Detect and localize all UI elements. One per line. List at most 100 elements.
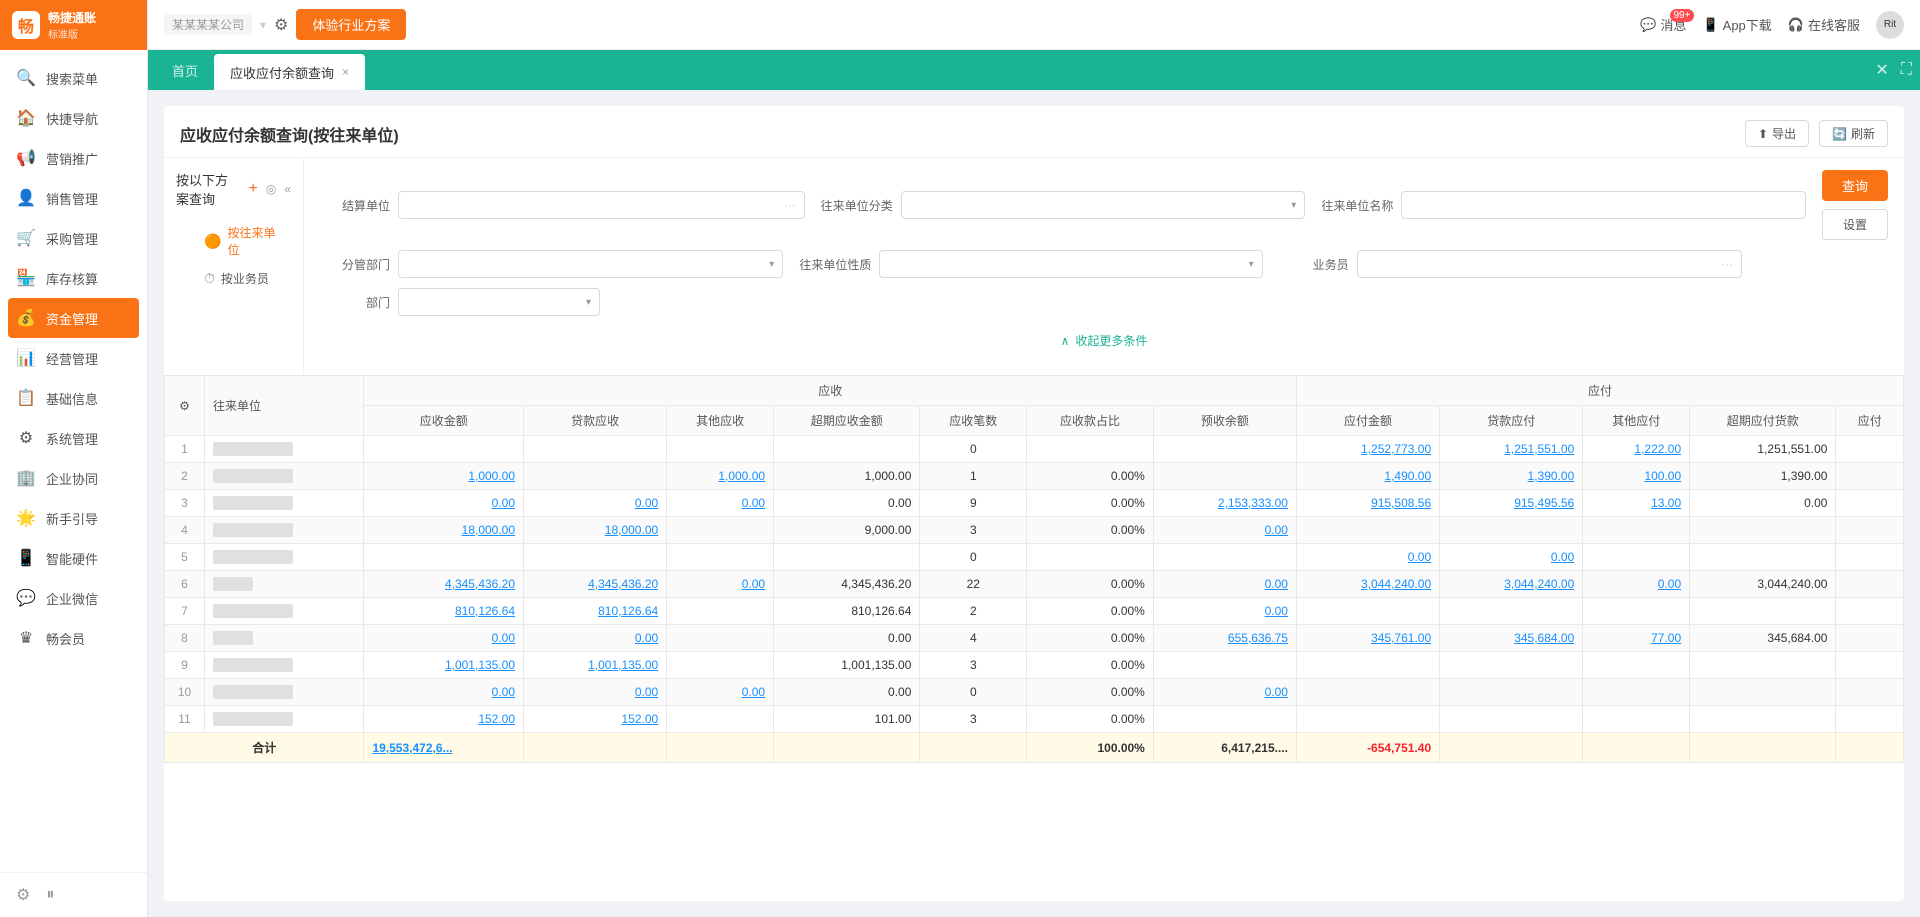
col-ar-loan: 贷款应收 (524, 406, 667, 436)
quick-nav-icon: 🏠 (16, 108, 36, 128)
sidebar-item-guide[interactable]: 🌟新手引导 (0, 498, 147, 538)
filter-more-button[interactable]: ∧ 收起更多条件 (320, 326, 1888, 355)
tab-expand-icon[interactable]: ⛶ (1901, 61, 1912, 79)
filter-scheme-by-salesman[interactable]: ⏱ 按业务员 (196, 266, 291, 291)
footer-ar-total[interactable]: 19,553,472,6... (364, 733, 524, 763)
filter-add-button[interactable]: + (248, 180, 257, 198)
filter-settings-icon[interactable]: ◎ (266, 182, 276, 196)
header-gear-icon[interactable]: ⚙ (274, 15, 288, 35)
row-ap-other (1583, 652, 1690, 679)
dept-mgr-input[interactable]: ▾ (398, 250, 783, 278)
sidebar-item-wechat[interactable]: 💬企业微信 (0, 578, 147, 618)
row-ar-amount: 810,126.64 (364, 598, 524, 625)
page-title: 应收应付余额查询(按往来单位) (180, 122, 399, 146)
sidebar-item-operations[interactable]: 📊经营管理 (0, 338, 147, 378)
col-ar-overdue: 超期应收金额 (774, 406, 920, 436)
sidebar-item-purchase[interactable]: 🛒采购管理 (0, 218, 147, 258)
row-index: 9 (165, 652, 205, 679)
row-ap-etc (1836, 544, 1904, 571)
table-header-col-row: 应收金额 贷款应收 其他应收 超期应收金额 应收笔数 应收款占比 预收余额 应付… (165, 406, 1904, 436)
scheme-salesman-icon: ⏱ (204, 270, 215, 287)
salesman-input[interactable]: ··· (1357, 250, 1742, 278)
filter-field-salesman: 业务员 ··· (1279, 250, 1742, 278)
app-download-button[interactable]: 📱 App下载 (1702, 15, 1771, 34)
sidebar-item-sales[interactable]: 👤销售管理 (0, 178, 147, 218)
row-ap-overdue (1690, 517, 1836, 544)
row-ar-overdue (774, 544, 920, 571)
tab-close-window-icon[interactable]: ✕ (1875, 60, 1888, 80)
settings-footer-btn[interactable]: ⚙ (16, 885, 30, 905)
partner-nature-input[interactable]: ▾ (879, 250, 1262, 278)
partner-name-input[interactable] (1401, 191, 1806, 219)
row-ap-amount (1296, 706, 1439, 733)
row-index: 11 (165, 706, 205, 733)
row-ar-overdue: 9,000.00 (774, 517, 920, 544)
filter-field-partner-category: 往来单位分类 ▾ (821, 191, 1306, 219)
refresh-button[interactable]: 🔄 刷新 (1819, 120, 1888, 147)
footer-ar-ratio: 100.00% (1027, 733, 1154, 763)
row-partner-name (205, 706, 364, 733)
row-partner-name (205, 544, 364, 571)
user-menu[interactable]: Rit (1876, 11, 1904, 39)
settings-filter-button[interactable]: 设置 (1822, 209, 1888, 240)
online-service-button[interactable]: 🎧 在线客服 (1788, 15, 1860, 34)
row-ar-count: 9 (920, 490, 1027, 517)
sidebar-item-basic-info[interactable]: 📋基础信息 (0, 378, 147, 418)
footer-ap-other (1583, 733, 1690, 763)
sidebar-item-inventory[interactable]: 🏪库存核算 (0, 258, 147, 298)
tab-close-icon[interactable]: × (342, 65, 349, 79)
row-ap-overdue: 1,251,551.00 (1690, 436, 1836, 463)
row-ar-count: 1 (920, 463, 1027, 490)
query-button[interactable]: 查询 (1822, 170, 1888, 201)
sidebar-item-hardware[interactable]: 📱智能硬件 (0, 538, 147, 578)
row-ap-etc (1836, 679, 1904, 706)
row-ap-loan: 915,495.56 (1440, 490, 1583, 517)
filter-field-settlement-unit: 结算单位 ··· (320, 191, 805, 219)
collapse-footer-btn[interactable]: ⏸ (46, 886, 54, 904)
notice-badge: 99+ (1670, 9, 1695, 22)
table-row: 3 0.00 0.00 0.00 0.00 9 0.00% 2,153,333.… (165, 490, 1904, 517)
purchase-label: 采购管理 (46, 229, 98, 248)
promo-button[interactable]: 体验行业方案 (296, 9, 406, 40)
settlement-unit-input[interactable]: ··· (398, 191, 805, 219)
row-ar-other (667, 598, 774, 625)
system-icon: ⚙ (16, 428, 36, 448)
row-ar-overdue: 0.00 (774, 679, 920, 706)
row-ar-overdue: 101.00 (774, 706, 920, 733)
sidebar-item-quick-nav[interactable]: 🏠快捷导航 (0, 98, 147, 138)
row-ar-advance (1153, 652, 1296, 679)
row-ar-amount (364, 544, 524, 571)
sidebar-item-enterprise[interactable]: 🏢企业协同 (0, 458, 147, 498)
sidebar-item-marketing[interactable]: 📢营销推广 (0, 138, 147, 178)
sidebar-item-system[interactable]: ⚙系统管理 (0, 418, 147, 458)
row-ar-advance: 2,153,333.00 (1153, 490, 1296, 517)
dept-input[interactable]: ▾ (398, 288, 600, 316)
tab-ar-query[interactable]: 应收应付余额查询 × (214, 54, 365, 90)
row-ap-amount (1296, 517, 1439, 544)
sidebar-item-member[interactable]: ♛畅会员 (0, 618, 147, 658)
partner-name-label: 往来单位名称 (1321, 197, 1393, 214)
table-row: 6 z 4,345,436.20 4,345,436.20 0.00 4,345… (165, 571, 1904, 598)
table-row: 9 1,001,135.00 1,001,135.00 1,001,135.00… (165, 652, 1904, 679)
row-ar-loan (524, 436, 667, 463)
table-row: 4 18,000.00 18,000.00 9,000.00 3 0.00% 0… (165, 517, 1904, 544)
notice-button[interactable]: 💬 消息 99+ (1640, 15, 1686, 34)
sidebar-item-search-menu[interactable]: 🔍搜索菜单 (0, 58, 147, 98)
row-partner-name (205, 679, 364, 706)
tab-bar-right: ✕ ⛶ (1875, 50, 1912, 90)
tab-home[interactable]: 首页 (156, 50, 214, 90)
row-ap-other: 1,222.00 (1583, 436, 1690, 463)
col-ar-amount: 应收金额 (364, 406, 524, 436)
filter-collapse-icon[interactable]: « (284, 182, 291, 196)
col-ap-overdue: 超期应付货款 (1690, 406, 1836, 436)
col-settings-header[interactable]: ⚙ (165, 376, 205, 436)
guide-icon: 🌟 (16, 508, 36, 528)
partner-category-input[interactable]: ▾ (901, 191, 1306, 219)
row-ap-amount: 3,044,240.00 (1296, 571, 1439, 598)
filter-scheme-by-partner[interactable]: 🟠 按往来单位 (196, 220, 291, 262)
table-area: ⚙ 往来单位 应收 应付 应收金额 贷款应收 其他应收 超期应收金额 应收笔数 … (164, 375, 1904, 763)
partner-nature-label: 往来单位性质 (799, 256, 871, 273)
export-button[interactable]: ⬆ 导出 (1745, 120, 1809, 147)
row-ap-overdue (1690, 598, 1836, 625)
sidebar-item-finance[interactable]: 💰资金管理 (8, 298, 139, 338)
